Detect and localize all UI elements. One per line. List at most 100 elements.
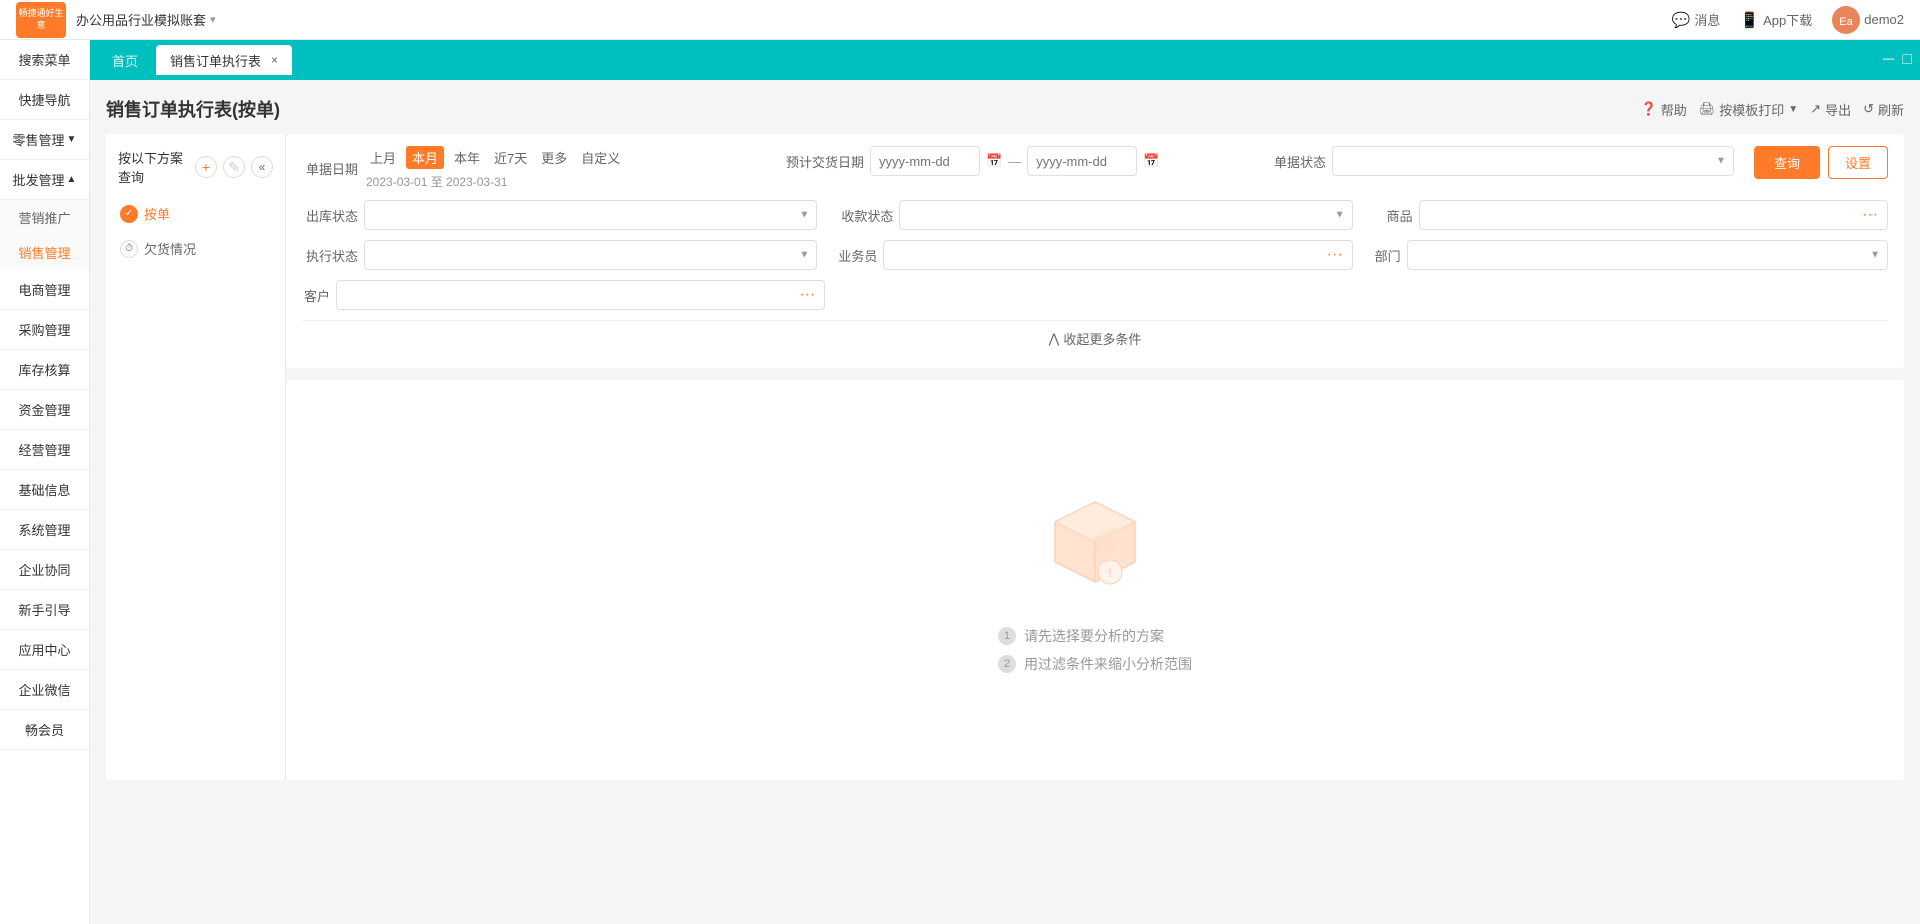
message-btn[interactable]: 💬 消息: [1672, 10, 1721, 29]
page-content: 销售订单执行表(按单) ❓ 帮助 🖨 按模板打印 ▼ ↗ 导出: [90, 80, 1920, 924]
sidebar-item-basic-info[interactable]: 基础信息: [0, 470, 89, 510]
logo-text: 畅捷通好生意: [16, 8, 66, 31]
sidebar-item-enterprise[interactable]: 企业协同: [0, 550, 89, 590]
receipt-status-label: 收款状态: [837, 206, 893, 225]
svg-text:!: !: [1108, 566, 1111, 580]
refresh-btn[interactable]: ↺ 刷新: [1863, 100, 1904, 119]
date-last-month-btn[interactable]: 上月: [366, 146, 400, 169]
calendar-to-icon[interactable]: 📅: [1143, 153, 1159, 169]
topbar: 畅捷通好生意 办公用品行业模拟账套 ▾ 💬 消息 📱 App下载 Ea demo…: [0, 0, 1920, 40]
date-7days-btn[interactable]: 近7天: [490, 146, 531, 169]
scheme-item-by-order[interactable]: ✓ 按单: [106, 196, 285, 231]
tab-maximize-btn[interactable]: □: [1902, 51, 1912, 69]
date-label: 单据日期: [302, 159, 358, 178]
tab-bar-right: ─ □: [1883, 51, 1912, 69]
collapse-panel-btn[interactable]: «: [251, 156, 273, 178]
tip-text-2: 用过滤条件来缩小分析范围: [1024, 650, 1192, 678]
order-status-select[interactable]: [1332, 146, 1734, 176]
help-btn[interactable]: ❓ 帮助: [1641, 100, 1687, 119]
empty-state: ! 1 请先选择要分析的方案 2 用过滤条件来缩小分析范围: [998, 402, 1192, 758]
page-title: 销售订单执行表(按单): [106, 96, 280, 122]
tab-sales-exec[interactable]: 销售订单执行表 ×: [156, 45, 292, 75]
expected-date-to[interactable]: [1027, 146, 1137, 176]
sidebar-item-enterprise-wechat[interactable]: 企业微信: [0, 670, 89, 710]
scheme-item2-icon: ⏱: [120, 240, 138, 258]
sidebar-item-wholesale[interactable]: 批发管理 ▲: [0, 160, 89, 200]
date-range-text: 2023-03-01 至 2023-03-31: [366, 173, 766, 190]
scheme-item-label: 按单: [144, 204, 170, 223]
goods-input[interactable]: [1419, 200, 1888, 230]
date-this-year-btn[interactable]: 本年: [450, 146, 484, 169]
sidebar-item-member[interactable]: 畅会员: [0, 710, 89, 750]
expected-date-from[interactable]: [870, 146, 980, 176]
export-icon: ↗: [1810, 101, 1821, 117]
app-icon: 📱: [1740, 11, 1759, 29]
avatar: Ea: [1832, 6, 1860, 34]
collapse-more-btn[interactable]: ⋀ 收起更多条件: [1049, 329, 1142, 348]
sidebar-item-retail[interactable]: 零售管理 ▼: [0, 120, 89, 160]
customer-dots-icon[interactable]: ···: [795, 286, 819, 304]
refresh-label: 刷新: [1878, 100, 1904, 119]
search-button[interactable]: 查询: [1754, 146, 1820, 179]
user-menu[interactable]: Ea demo2: [1832, 6, 1904, 34]
receipt-status-select-wrapper: ▼: [899, 200, 1352, 230]
sidebar-item-newbie[interactable]: 新手引导: [0, 590, 89, 630]
empty-tips: 1 请先选择要分析的方案 2 用过滤条件来缩小分析范围: [998, 622, 1192, 678]
date-this-month-btn[interactable]: 本月: [406, 146, 444, 169]
print-btn[interactable]: 🖨 按模板打印 ▼: [1699, 100, 1798, 119]
tip-text-1: 请先选择要分析的方案: [1024, 622, 1164, 650]
receipt-status-select[interactable]: [899, 200, 1352, 230]
sidebar-item-ecommerce[interactable]: 电商管理: [0, 270, 89, 310]
dept-select-wrapper: ▼: [1407, 240, 1888, 270]
delivery-status-select[interactable]: [364, 200, 817, 230]
refresh-icon: ↺: [1863, 101, 1874, 117]
salesperson-input[interactable]: [883, 240, 1352, 270]
sidebar-item-marketing[interactable]: 营销推广: [0, 200, 89, 235]
edit-scheme-btn[interactable]: ✎: [223, 156, 245, 178]
sidebar-item-finance[interactable]: 资金管理: [0, 390, 89, 430]
salesperson-dots-icon[interactable]: ···: [1323, 246, 1347, 264]
sidebar-item-quick-nav[interactable]: 快捷导航: [0, 80, 89, 120]
scheme-item-shortage[interactable]: ⏱ 欠货情况: [106, 231, 285, 266]
date-more-btn[interactable]: 更多: [537, 146, 571, 169]
dept-label: 部门: [1373, 246, 1401, 265]
exec-status-select[interactable]: [364, 240, 817, 270]
content-wrapper: 按以下方案查询 + ✎ « ✓ 按单 ⏱ 欠货情况: [106, 134, 1904, 780]
print-label: 按模板打印: [1719, 100, 1784, 119]
tip-num-1: 1: [998, 627, 1016, 645]
settings-button[interactable]: 设置: [1828, 146, 1888, 179]
breadcrumb-text: 办公用品行业模拟账套: [76, 10, 206, 29]
app-download-btn[interactable]: 📱 App下载: [1740, 10, 1812, 29]
action-buttons: 查询 设置: [1754, 146, 1888, 179]
sidebar-item-operations[interactable]: 经营管理: [0, 430, 89, 470]
breadcrumb-selector[interactable]: 办公用品行业模拟账套 ▾: [76, 10, 216, 29]
tip-item-2: 2 用过滤条件来缩小分析范围: [998, 650, 1192, 678]
print-icon: 🖨: [1699, 101, 1716, 117]
export-btn[interactable]: ↗ 导出: [1810, 100, 1851, 119]
tab-home[interactable]: 首页: [98, 45, 152, 75]
main-content: 单据日期 上月 本月 本年 近7天 更多 自定义: [286, 134, 1904, 780]
sidebar-item-search-menu[interactable]: 搜索菜单: [0, 40, 89, 80]
sidebar-item-sales-mgmt[interactable]: 销售管理: [0, 235, 89, 270]
sidebar-item-purchase[interactable]: 采购管理: [0, 310, 89, 350]
main-wrapper: 搜索菜单 快捷导航 零售管理 ▼ 批发管理 ▲ 营销推广 销售管理 电商管理 采…: [0, 40, 1920, 924]
tab-close-icon[interactable]: ×: [271, 53, 278, 67]
left-panel-header: 按以下方案查询 + ✎ «: [106, 144, 285, 190]
tab-minimize-btn[interactable]: ─: [1883, 51, 1894, 69]
calendar-from-icon[interactable]: 📅: [986, 153, 1002, 169]
message-icon: 💬: [1672, 11, 1691, 29]
sidebar-item-inventory[interactable]: 库存核算: [0, 350, 89, 390]
sidebar-item-system[interactable]: 系统管理: [0, 510, 89, 550]
customer-input[interactable]: [336, 280, 825, 310]
goods-dots-icon[interactable]: ···: [1858, 206, 1882, 224]
dept-select[interactable]: [1407, 240, 1888, 270]
sidebar-item-app-center[interactable]: 应用中心: [0, 630, 89, 670]
svg-text:Ea: Ea: [1840, 16, 1854, 28]
date-quick-buttons: 上月 本月 本年 近7天 更多 自定义: [366, 146, 766, 169]
left-panel: 按以下方案查询 + ✎ « ✓ 按单 ⏱ 欠货情况: [106, 134, 286, 780]
tab-home-label: 首页: [112, 51, 138, 70]
date-custom-btn[interactable]: 自定义: [577, 146, 624, 169]
delivery-status-label: 出库状态: [302, 206, 358, 225]
add-scheme-btn[interactable]: +: [195, 156, 217, 178]
breadcrumb-arrow-icon: ▾: [210, 13, 216, 26]
